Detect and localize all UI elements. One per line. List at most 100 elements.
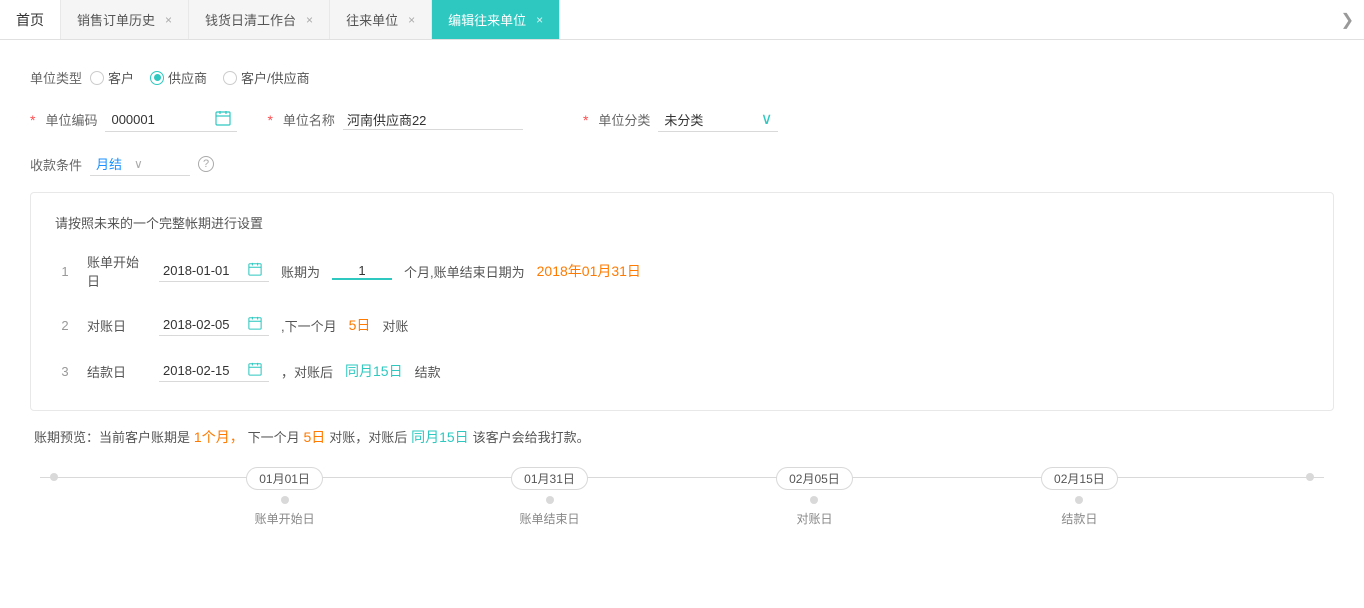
timeline-label-2: 账单结束日 (520, 510, 580, 527)
reconcile-date-input[interactable] (163, 317, 248, 332)
timeline-points: 01月01日 账单开始日 01月31日 账单结束日 02月05日 对账日 02月… (40, 467, 1324, 527)
unit-category-value: 未分类 (664, 110, 756, 129)
row-num-1: 1 (55, 264, 75, 279)
timeline-left-end (50, 467, 58, 481)
tab-edit-partner[interactable]: 编辑往来单位 × (432, 0, 560, 39)
billing-start-date-input[interactable] (163, 263, 248, 278)
tab-cash-ledger-close[interactable]: × (306, 13, 313, 27)
unit-category-group: * 单位分类 未分类 ∨ (583, 107, 778, 132)
timeline-point-3: 02月05日 对账日 (776, 467, 853, 527)
tab-bar-expand[interactable]: ❯ (1341, 0, 1364, 39)
reconcile-row: 2 对账日 ,下一个月 5日 对账 (55, 314, 1309, 336)
unit-name-input[interactable] (343, 110, 513, 129)
unit-name-group: * 单位名称 (267, 110, 522, 130)
unit-code-input-wrap (105, 108, 237, 132)
unit-category-select[interactable]: 未分类 ∨ (658, 107, 778, 132)
timeline-dot-1 (281, 496, 289, 504)
settings-section: 请按照未来的一个完整帐期进行设置 1 账单开始日 账期为 个月,账单结束日期为 (30, 192, 1334, 411)
tab-edit-partner-label: 编辑往来单位 (448, 10, 526, 29)
section-instruction: 请按照未来的一个完整帐期进行设置 (55, 213, 1309, 232)
payment-terms-help-icon[interactable]: ? (198, 156, 214, 172)
row-num-3: 3 (55, 364, 75, 379)
timeline-label-4: 结款日 (1061, 510, 1097, 527)
main-content: 单位类型 客户 供应商 客户/供应商 * 单位编码 (0, 40, 1364, 608)
unit-info-row: * 单位编码 * 单位名称 (30, 107, 1334, 132)
billing-start-label: 账单开始日 (87, 252, 147, 290)
payment-desc-before: ，对账后 (281, 362, 333, 381)
preview-highlight2: 5日 (304, 429, 326, 445)
payment-terms-label: 收款条件 (30, 155, 82, 174)
reconcile-date-wrap (159, 314, 269, 336)
payment-date-wrap (159, 360, 269, 382)
unit-code-group: * 单位编码 (30, 108, 237, 132)
tab-cash-ledger-label: 钱货日清工作台 (205, 10, 296, 29)
timeline-point-4: 02月15日 结款日 (1041, 467, 1118, 527)
timeline-dot-3 (810, 496, 818, 504)
row-num-2: 2 (55, 318, 75, 333)
period-unit: 个月,账单结束日期为 (404, 262, 525, 281)
unit-code-input[interactable] (111, 112, 211, 127)
reconcile-calendar-icon[interactable] (248, 316, 262, 333)
unit-name-label: 单位名称 (283, 110, 335, 129)
tab-sales-history-close[interactable]: × (165, 13, 172, 27)
timeline-dot-4 (1075, 496, 1083, 504)
unit-name-input-wrap (343, 110, 523, 130)
timeline-date-2: 01月31日 (511, 467, 588, 490)
preview-highlight1: 1个月， (194, 429, 244, 445)
payment-row: 3 结款日 ，对账后 同月15日 结款 (55, 360, 1309, 382)
timeline-outer: 01月01日 账单开始日 01月31日 账单结束日 02月05日 对账日 02月… (30, 467, 1334, 527)
timeline-date-1: 01月01日 (246, 467, 323, 490)
period-value-input[interactable] (332, 263, 392, 280)
reconcile-desc-after: 对账 (382, 316, 408, 335)
tab-home[interactable]: 首页 (0, 0, 61, 39)
reconcile-label: 对账日 (87, 316, 147, 335)
billing-end-date: 2018年01月31日 (537, 261, 641, 281)
payment-date-input[interactable] (163, 363, 248, 378)
tab-edit-partner-close[interactable]: × (536, 13, 543, 27)
preview-middle2: 对账，对账后 (329, 430, 407, 445)
right-end-dot (1306, 473, 1314, 481)
radio-customer[interactable]: 客户 (90, 68, 134, 87)
tab-sales-history-label: 销售订单历史 (77, 10, 155, 29)
period-label: 账期为 (281, 262, 320, 281)
timeline-label-3: 对账日 (796, 510, 832, 527)
radio-both-label: 客户/供应商 (241, 68, 310, 87)
timeline-dot-2 (546, 496, 554, 504)
chevron-right-icon: ❯ (1341, 10, 1354, 30)
tab-partner-unit-close[interactable]: × (408, 13, 415, 27)
unit-code-picker-icon[interactable] (215, 110, 231, 129)
left-end-dot (50, 473, 58, 481)
billing-start-date-wrap (159, 260, 269, 282)
radio-supplier-label: 供应商 (168, 68, 207, 87)
payment-terms-value: 月结 (96, 154, 122, 173)
unit-category-star: * (583, 112, 588, 128)
payment-terms-row: 收款条件 月结 ∨ ? (30, 152, 1334, 176)
timeline-date-3: 02月05日 (776, 467, 853, 490)
reconcile-highlight: 5日 (349, 315, 371, 335)
timeline-point-2: 01月31日 账单结束日 (511, 467, 588, 527)
billing-start-row: 1 账单开始日 账期为 个月,账单结束日期为 2018年01月31日 (55, 252, 1309, 290)
payment-calendar-icon[interactable] (248, 362, 262, 379)
preview-prefix: 账期预览：当前客户账期是 (34, 430, 190, 445)
tab-partner-unit[interactable]: 往来单位 × (330, 0, 432, 39)
preview-container: 账期预览：当前客户账期是 1个月， 下一个月 5日 对账，对账后 同月15日 该… (30, 427, 1334, 447)
payment-terms-select[interactable]: 月结 ∨ (90, 152, 190, 176)
preview-highlight3: 同月15日 (411, 429, 469, 445)
radio-both[interactable]: 客户/供应商 (223, 68, 310, 87)
timeline-right-end (1306, 467, 1314, 481)
unit-name-star: * (267, 112, 272, 128)
preview-middle1: 下一个月 (248, 430, 300, 445)
radio-customer-circle (90, 71, 104, 85)
unit-type-radio-group: 客户 供应商 客户/供应商 (90, 68, 310, 87)
billing-start-calendar-icon[interactable] (248, 262, 262, 279)
radio-supplier[interactable]: 供应商 (150, 68, 207, 87)
unit-code-label: 单位编码 (45, 110, 97, 129)
radio-both-circle (223, 71, 237, 85)
tab-sales-history[interactable]: 销售订单历史 × (61, 0, 189, 39)
tab-partner-unit-label: 往来单位 (346, 10, 398, 29)
tab-cash-ledger[interactable]: 钱货日清工作台 × (189, 0, 330, 39)
timeline-label-1: 账单开始日 (255, 510, 315, 527)
payment-label: 结款日 (87, 362, 147, 381)
unit-code-star: * (30, 112, 35, 128)
timeline-date-4: 02月15日 (1041, 467, 1118, 490)
